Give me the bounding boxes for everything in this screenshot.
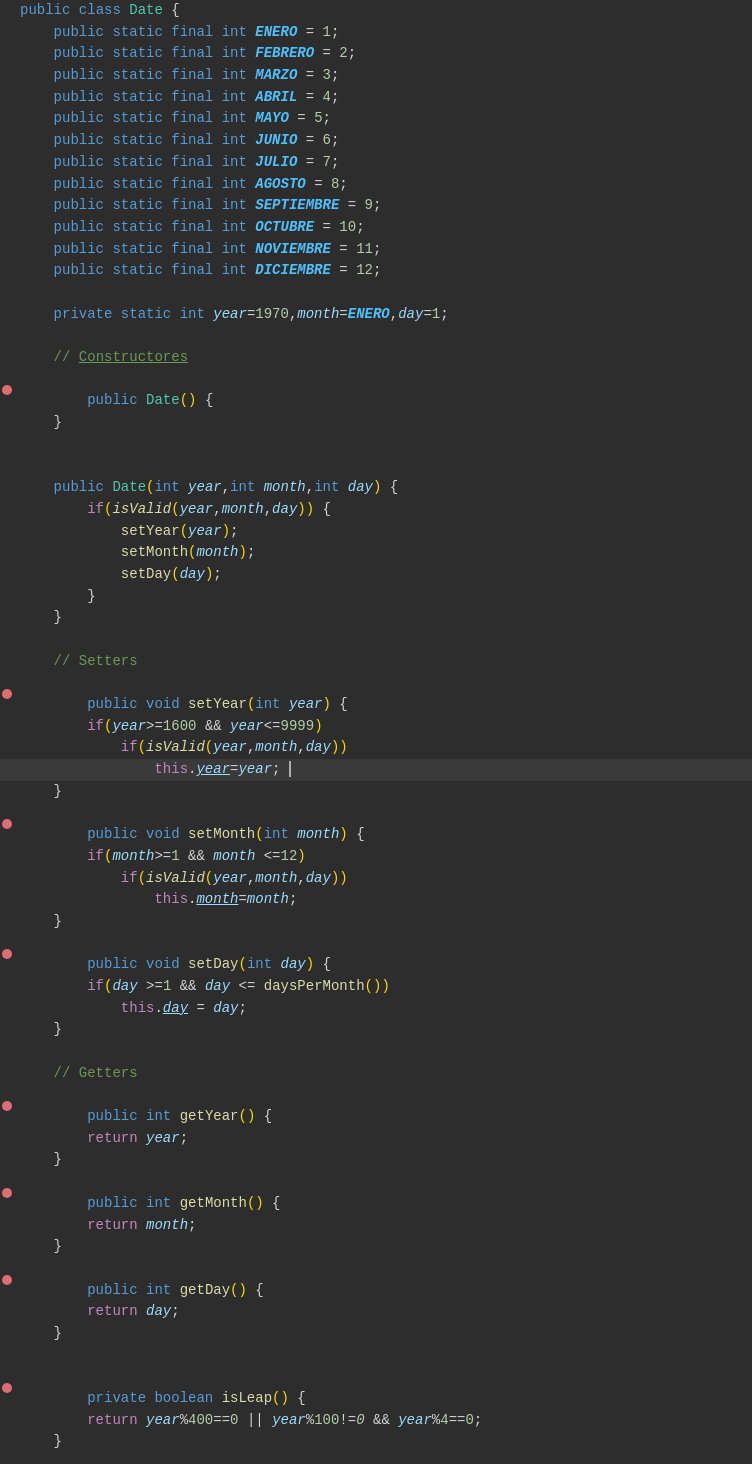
code-line: } (0, 1149, 752, 1171)
code-line (0, 629, 752, 651)
code-line: public void setYear(int year) { (0, 672, 752, 715)
code-line: setYear(year); (0, 521, 752, 543)
code-line: } (0, 1323, 752, 1345)
code-line: public static final int OCTUBRE = 10; (0, 217, 752, 239)
code-line: private static int year=1970,month=ENERO… (0, 304, 752, 326)
code-line: public Date(int year,int month,int day) … (0, 477, 752, 499)
code-line: public static final int MARZO = 3; (0, 65, 752, 87)
code-line (0, 282, 752, 304)
code-line: public static final int DICIEMBRE = 12; (0, 260, 752, 282)
code-line: if(day >=1 && day <= daysPerMonth()) (0, 976, 752, 998)
code-line: } (0, 911, 752, 933)
code-line: public static final int AGOSTO = 8; (0, 174, 752, 196)
code-line: return day; (0, 1301, 752, 1323)
code-line: this.month=month; (0, 889, 752, 911)
code-line: if(isValid(year,month,day)) (0, 868, 752, 890)
code-line: public static final int ENERO = 1; (0, 22, 752, 44)
code-line: if(isValid(year,month,day)) { (0, 499, 752, 521)
code-line (0, 455, 752, 477)
code-line: return year%400==0 || year%100!=0 && yea… (0, 1410, 752, 1432)
code-line: this.day = day; (0, 998, 752, 1020)
code-line: setMonth(month); (0, 542, 752, 564)
code-line: } (0, 1431, 752, 1453)
code-line: } (0, 781, 752, 803)
code-editor: public class Date { public static final … (0, 0, 752, 1464)
code-line: // Setters (0, 651, 752, 673)
code-line: public int getDay() { (0, 1258, 752, 1301)
code-line (0, 1345, 752, 1367)
code-line: public void setDay(int day) { (0, 933, 752, 976)
code-line: } (0, 586, 752, 608)
code-line: } (0, 1236, 752, 1258)
code-line: return month; (0, 1215, 752, 1237)
code-line: } (0, 412, 752, 434)
code-line: public static final int JUNIO = 6; (0, 130, 752, 152)
code-line: public Date() { (0, 369, 752, 412)
code-line: public static final int FEBRERO = 2; (0, 43, 752, 65)
code-line (0, 1041, 752, 1063)
code-line: private boolean isLeap() { (0, 1366, 752, 1409)
code-line: public class Date { (0, 0, 752, 22)
code-line: public static final int SEPTIEMBRE = 9; (0, 195, 752, 217)
code-line: if(year>=1600 && year<=9999) (0, 716, 752, 738)
code-line: // Getters (0, 1063, 752, 1085)
code-line (0, 325, 752, 347)
code-line: public static final int ABRIL = 4; (0, 87, 752, 109)
code-line: if(month>=1 && month <=12) (0, 846, 752, 868)
code-line: setDay(day); (0, 564, 752, 586)
code-line: public static final int NOVIEMBRE = 11; (0, 239, 752, 261)
code-line: public void setMonth(int month) { (0, 802, 752, 845)
code-line: public static final int MAYO = 5; (0, 108, 752, 130)
code-line: } (0, 607, 752, 629)
code-line: if(isValid(year,month,day)) (0, 737, 752, 759)
code-line-highlighted: this.year=year; (0, 759, 752, 781)
code-line: public static final int JULIO = 7; (0, 152, 752, 174)
code-line: return year; (0, 1128, 752, 1150)
code-line: } (0, 1019, 752, 1041)
code-line: public int getYear() { (0, 1084, 752, 1127)
code-line (0, 434, 752, 456)
code-line: public int getMonth() { (0, 1171, 752, 1214)
code-line (0, 1453, 752, 1464)
code-line: // Constructores (0, 347, 752, 369)
